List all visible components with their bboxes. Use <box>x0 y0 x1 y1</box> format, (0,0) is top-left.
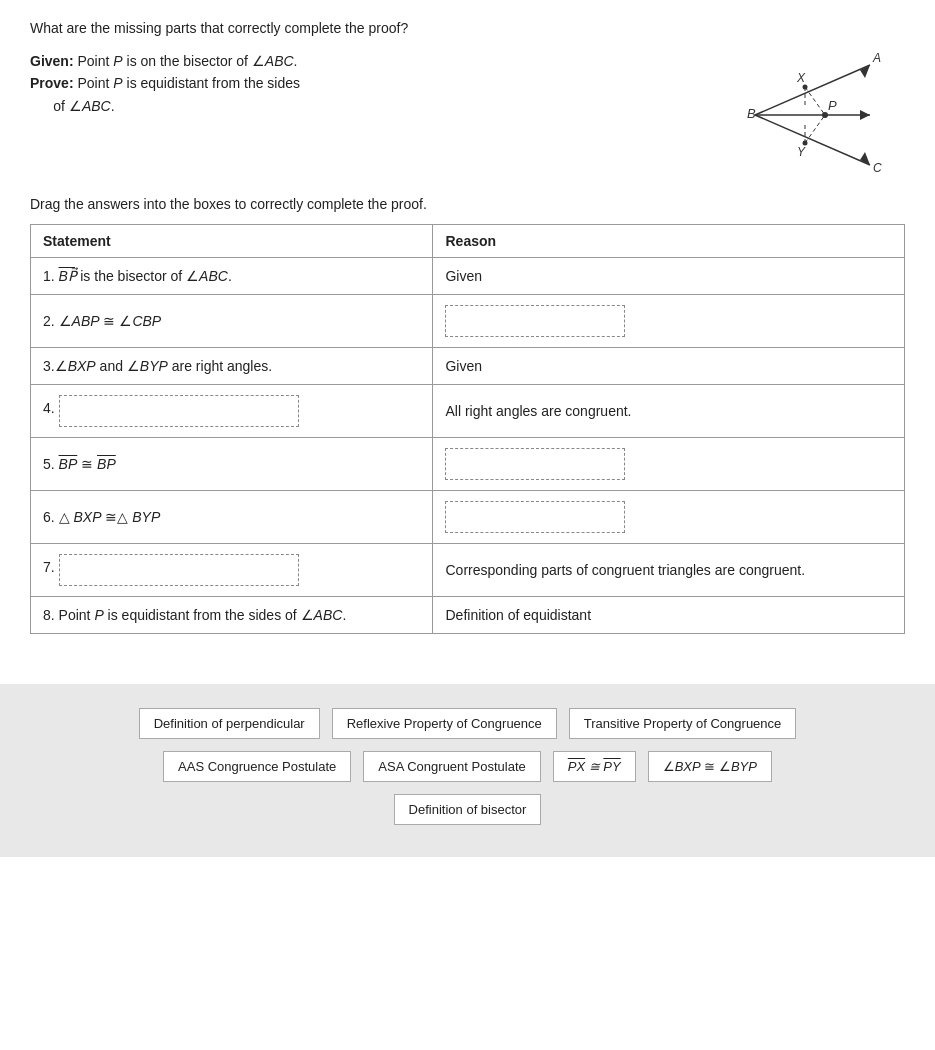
reason-5[interactable] <box>433 438 905 491</box>
reason-4: All right angles are congruent. <box>433 385 905 438</box>
table-row: 6. △ BXP ≅△ BYP <box>31 491 905 544</box>
statement-8: 8. Point P is equidistant from the sides… <box>31 597 433 634</box>
given-value: Point P is on the bisector of ∠ABC. <box>77 53 297 69</box>
reason-8: Definition of equidistant <box>433 597 905 634</box>
col-header-reason: Reason <box>433 225 905 258</box>
diagram-area: B P X Y A C <box>685 50 905 180</box>
given-text: Given: Point P is on the bisector of ∠AB… <box>30 50 665 72</box>
table-row: 1. BP⃗ is the bisector of ∠ABC. Given <box>31 258 905 295</box>
tile-aas-postulate[interactable]: AAS Congruence Postulate <box>163 751 351 782</box>
statement-4[interactable]: 4. <box>31 385 433 438</box>
col-header-statement: Statement <box>31 225 433 258</box>
table-row: 8. Point P is equidistant from the sides… <box>31 597 905 634</box>
tile-px-py[interactable]: PX ≅ PY <box>553 751 636 782</box>
reason-2-dropzone[interactable] <box>445 305 625 337</box>
svg-text:B: B <box>747 106 756 121</box>
svg-text:Y: Y <box>797 145 806 159</box>
prove-text: Prove: Point P is equidistant from the s… <box>30 72 665 117</box>
svg-text:C: C <box>873 161 882 175</box>
statement-4-dropzone[interactable] <box>59 395 299 427</box>
tile-transitive-property[interactable]: Transitive Property of Congruence <box>569 708 797 739</box>
svg-text:X: X <box>796 71 806 85</box>
table-row: 4. All right angles are congruent. <box>31 385 905 438</box>
table-row: 2. ∠ABP ≅ ∠CBP <box>31 295 905 348</box>
statement-7[interactable]: 7. <box>31 544 433 597</box>
svg-line-0 <box>755 65 870 115</box>
geometry-diagram: B P X Y A C <box>685 50 905 180</box>
table-row: 3.∠BXP and ∠BYP are right angles. Given <box>31 348 905 385</box>
given-label: Given: <box>30 53 74 69</box>
answer-area: Definition of perpendicular Reflexive Pr… <box>0 684 935 857</box>
given-prove-text: Given: Point P is on the bisector of ∠AB… <box>30 50 665 117</box>
statement-1: 1. BP⃗ is the bisector of ∠ABC. <box>31 258 433 295</box>
prove-label: Prove: <box>30 75 74 91</box>
answer-tiles-row-1: Definition of perpendicular Reflexive Pr… <box>20 708 915 739</box>
tile-definition-perpendicular[interactable]: Definition of perpendicular <box>139 708 320 739</box>
tile-reflexive-property[interactable]: Reflexive Property of Congruence <box>332 708 557 739</box>
tile-angle-bxp-byp[interactable]: ∠BXP ≅ ∠BYP <box>648 751 772 782</box>
table-row: 7. Corresponding parts of congruent tria… <box>31 544 905 597</box>
reason-3: Given <box>433 348 905 385</box>
tile-asa-postulate[interactable]: ASA Congruent Postulate <box>363 751 540 782</box>
svg-line-2 <box>755 115 870 165</box>
statement-3: 3.∠BXP and ∠BYP are right angles. <box>31 348 433 385</box>
answer-tiles-row-3: Definition of bisector <box>20 794 915 825</box>
answer-tiles-row-2: AAS Congruence Postulate ASA Congruent P… <box>20 751 915 782</box>
svg-text:P: P <box>828 98 837 113</box>
reason-7: Corresponding parts of congruent triangl… <box>433 544 905 597</box>
svg-text:A: A <box>872 51 881 65</box>
statement-2: 2. ∠ABP ≅ ∠CBP <box>31 295 433 348</box>
reason-6-dropzone[interactable] <box>445 501 625 533</box>
given-prove-section: Given: Point P is on the bisector of ∠AB… <box>30 50 905 180</box>
statement-6: 6. △ BXP ≅△ BYP <box>31 491 433 544</box>
tile-definition-bisector[interactable]: Definition of bisector <box>394 794 542 825</box>
reason-1: Given <box>433 258 905 295</box>
reason-5-dropzone[interactable] <box>445 448 625 480</box>
question-text: What are the missing parts that correctl… <box>30 20 905 36</box>
reason-6[interactable] <box>433 491 905 544</box>
main-content: What are the missing parts that correctl… <box>0 0 935 684</box>
proof-table: Statement Reason 1. BP⃗ is the bisector … <box>30 224 905 634</box>
reason-2[interactable] <box>433 295 905 348</box>
table-row: 5. BP ≅ BP <box>31 438 905 491</box>
drag-instruction: Drag the answers into the boxes to corre… <box>30 196 905 212</box>
statement-5: 5. BP ≅ BP <box>31 438 433 491</box>
statement-7-dropzone[interactable] <box>59 554 299 586</box>
svg-marker-5 <box>860 110 870 120</box>
